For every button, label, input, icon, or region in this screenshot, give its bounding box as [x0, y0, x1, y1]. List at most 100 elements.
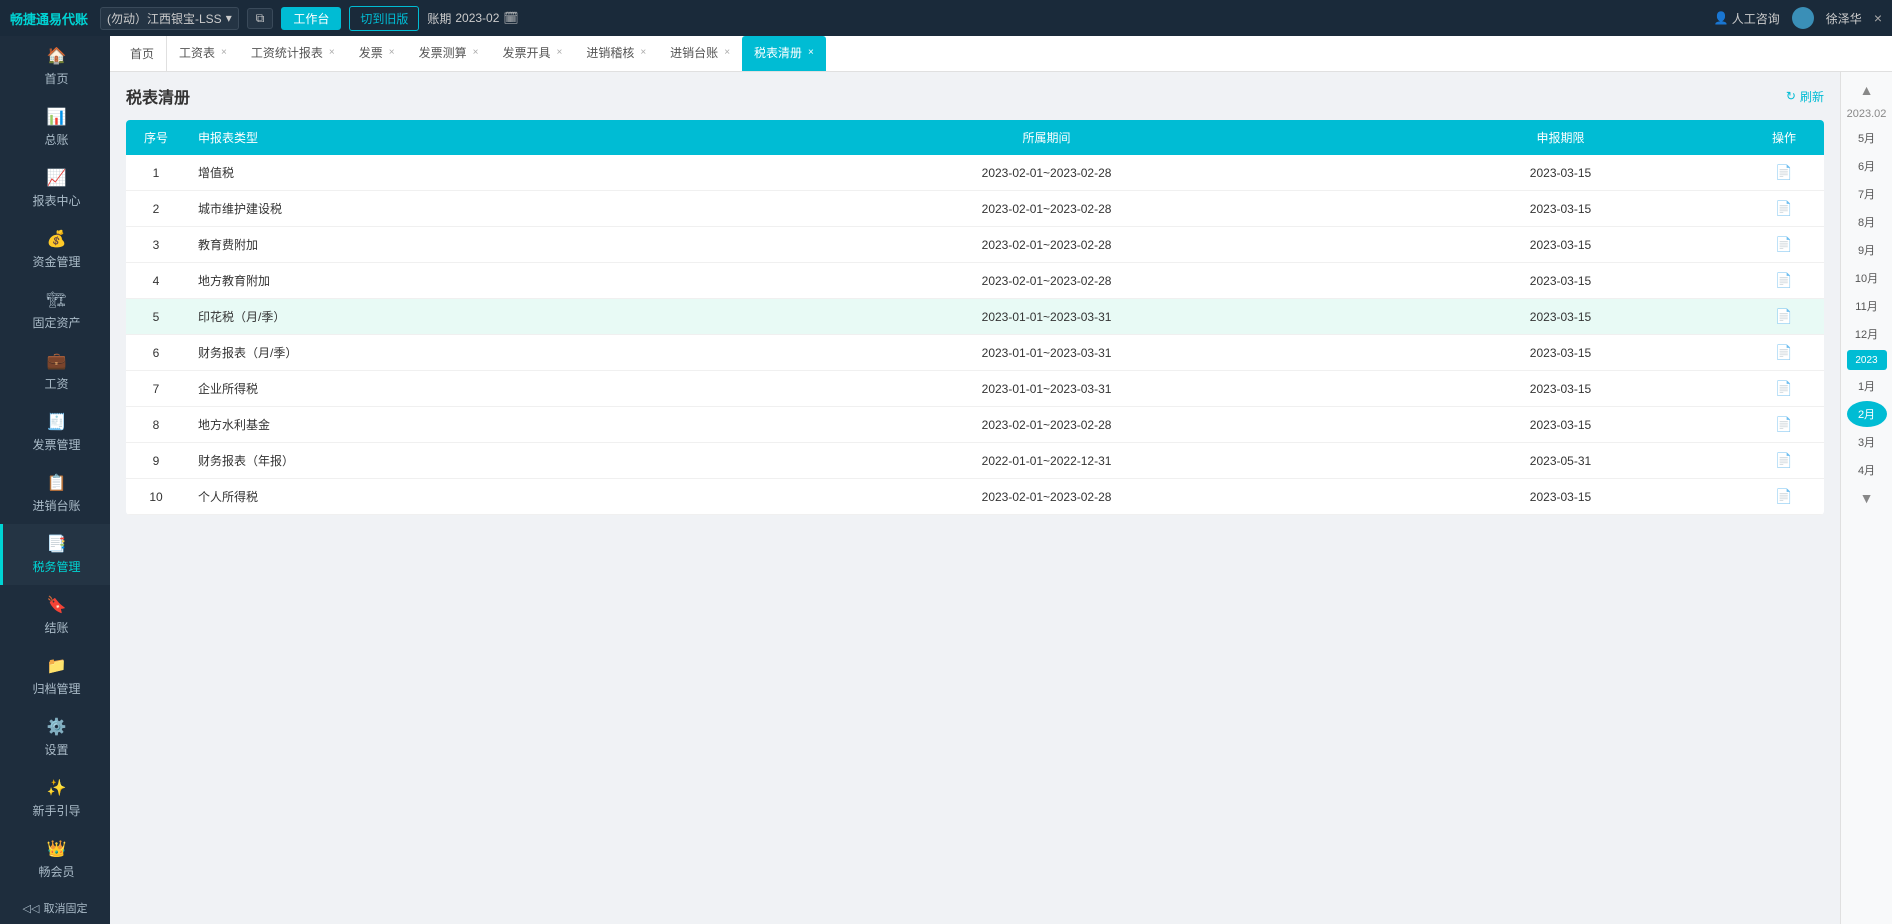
cell-deadline: 2023-03-15: [1377, 155, 1744, 191]
tab-invoice-calc[interactable]: 发票测算 ×: [407, 36, 491, 72]
cell-no: 6: [126, 335, 186, 371]
cal-month-3[interactable]: 3月: [1847, 429, 1887, 455]
tab-invoice-open[interactable]: 发票开具 ×: [490, 36, 574, 72]
sidebar-item-settings[interactable]: ⚙️ 设置: [0, 707, 110, 768]
action-doc-icon[interactable]: 📄: [1775, 416, 1792, 432]
cancel-fixed-button[interactable]: ◁◁ 取消固定: [0, 892, 110, 924]
sidebar-item-report[interactable]: 📈 报表中心: [0, 158, 110, 219]
tab-close-sales-ledger[interactable]: ×: [724, 47, 730, 58]
cell-no: 1: [126, 155, 186, 191]
tab-close-sales-check[interactable]: ×: [640, 47, 646, 58]
action-doc-icon[interactable]: 📄: [1775, 380, 1792, 396]
company-dropdown[interactable]: (勿动）江西银宝-LSS ▾: [100, 7, 239, 30]
tax-table: 序号 申报表类型 所属期间 申报期限 操作 1 增值税 2023-02-01~2…: [126, 120, 1824, 515]
main-content: 首页 工资表 × 工资统计报表 × 发票 × 发票测算 × 发票开具 ×: [110, 36, 1892, 924]
calendar-panel: ▲ 2023.02 5月 6月 7月 8月 9月 10月 11月 12月 202…: [1840, 72, 1892, 924]
action-doc-icon[interactable]: 📄: [1775, 164, 1792, 180]
tab-close-invoice[interactable]: ×: [389, 47, 395, 58]
action-doc-icon[interactable]: 📄: [1775, 236, 1792, 252]
tab-close-salary-table[interactable]: ×: [221, 47, 227, 58]
sidebar-item-invoice[interactable]: 🧾 发票管理: [0, 402, 110, 463]
table-row: 10 个人所得税 2023-02-01~2023-02-28 2023-03-1…: [126, 479, 1824, 515]
cell-type: 地方水利基金: [186, 407, 716, 443]
settings-icon: ⚙️: [47, 717, 67, 737]
cell-period: 2023-02-01~2023-02-28: [716, 191, 1377, 227]
action-doc-icon[interactable]: 📄: [1775, 344, 1792, 360]
tax-icon: 📑: [47, 534, 67, 554]
sidebar-item-tax[interactable]: 📑 税务管理: [0, 524, 110, 585]
cell-no: 4: [126, 263, 186, 299]
cal-next-button[interactable]: ▼: [1855, 486, 1879, 510]
close-button[interactable]: ×: [1874, 10, 1882, 26]
tab-tax-clearance[interactable]: 税表清册 ×: [742, 36, 826, 72]
ledger-icon: 📊: [47, 107, 67, 127]
tab-sales-ledger[interactable]: 进销台账 ×: [658, 36, 742, 72]
top-bar-right: 👤 人工咨询 徐泽华 ×: [1714, 7, 1882, 29]
sidebar-item-ledger[interactable]: 📊 总账: [0, 97, 110, 158]
tab-close-salary-stats[interactable]: ×: [329, 47, 335, 58]
tab-close-invoice-open[interactable]: ×: [556, 47, 562, 58]
cell-deadline: 2023-03-15: [1377, 227, 1744, 263]
cell-period: 2023-02-01~2023-02-28: [716, 263, 1377, 299]
cal-month-9[interactable]: 9月: [1847, 237, 1887, 263]
tab-bar: 首页 工资表 × 工资统计报表 × 发票 × 发票测算 × 发票开具 ×: [110, 36, 1892, 72]
tab-invoice[interactable]: 发票 ×: [347, 36, 407, 72]
salary-icon: 💼: [47, 351, 67, 371]
cell-no: 7: [126, 371, 186, 407]
cell-deadline: 2023-05-31: [1377, 443, 1744, 479]
cell-action: 📄: [1744, 191, 1824, 227]
guide-icon: ✨: [47, 778, 67, 798]
tab-salary-table[interactable]: 工资表 ×: [167, 36, 239, 72]
cal-month-2-selected[interactable]: 2月: [1847, 401, 1887, 427]
sidebar-item-guide[interactable]: ✨ 新手引导: [0, 768, 110, 829]
cal-month-6[interactable]: 6月: [1847, 153, 1887, 179]
cal-month-12[interactable]: 12月: [1847, 321, 1887, 347]
cal-month-11[interactable]: 11月: [1847, 293, 1887, 319]
sidebar-item-salary[interactable]: 💼 工资: [0, 341, 110, 402]
table-row: 1 增值税 2023-02-01~2023-02-28 2023-03-15 📄: [126, 155, 1824, 191]
table-header: 序号 申报表类型 所属期间 申报期限 操作: [126, 120, 1824, 155]
tab-close-tax-clearance[interactable]: ×: [808, 47, 814, 58]
cell-type: 增值税: [186, 155, 716, 191]
action-doc-icon[interactable]: 📄: [1775, 272, 1792, 288]
cal-month-5[interactable]: 5月: [1847, 125, 1887, 151]
page-title: 税表清册: [126, 84, 190, 108]
cal-month-4[interactable]: 4月: [1847, 457, 1887, 483]
cell-deadline: 2023-03-15: [1377, 479, 1744, 515]
cal-prev-button[interactable]: ▲: [1855, 78, 1879, 102]
refresh-button[interactable]: ↻ 刷新: [1786, 88, 1824, 105]
tab-salary-stats[interactable]: 工资统计报表 ×: [239, 36, 347, 72]
report-icon: 📈: [47, 168, 67, 188]
tab-home[interactable]: 首页: [118, 36, 167, 72]
sidebar-item-capital[interactable]: 💰 资金管理: [0, 219, 110, 280]
action-doc-icon[interactable]: 📄: [1775, 452, 1792, 468]
cal-month-8[interactable]: 8月: [1847, 209, 1887, 235]
cell-action: 📄: [1744, 443, 1824, 479]
action-doc-icon[interactable]: 📄: [1775, 488, 1792, 504]
sidebar-item-settle[interactable]: 🔖 结账: [0, 585, 110, 646]
sidebar-item-sales-ledger[interactable]: 📋 进销台账: [0, 463, 110, 524]
copy-button[interactable]: ⧉: [247, 8, 274, 29]
tab-sales-check[interactable]: 进销稽核 ×: [574, 36, 658, 72]
cell-action: 📄: [1744, 335, 1824, 371]
cal-month-7[interactable]: 7月: [1847, 181, 1887, 207]
cell-period: 2023-02-01~2023-02-28: [716, 407, 1377, 443]
cal-month-10[interactable]: 10月: [1847, 265, 1887, 291]
cell-action: 📄: [1744, 263, 1824, 299]
sidebar-item-home[interactable]: 🏠 首页: [0, 36, 110, 97]
workbench-button[interactable]: 工作台: [281, 7, 341, 30]
cal-month-1[interactable]: 1月: [1847, 373, 1887, 399]
human-consult[interactable]: 👤 人工咨询: [1714, 10, 1780, 27]
sidebar-item-archive[interactable]: 📁 归档管理: [0, 646, 110, 707]
tab-close-invoice-calc[interactable]: ×: [473, 47, 479, 58]
action-doc-icon[interactable]: 📄: [1775, 308, 1792, 324]
switch-old-button[interactable]: 切到旧版: [349, 6, 419, 31]
sidebar-item-fixed-assets[interactable]: 🏗 固定资产: [0, 280, 110, 341]
user-avatar: [1792, 7, 1814, 29]
sidebar-item-member[interactable]: 👑 畅会员: [0, 829, 110, 890]
member-icon: 👑: [47, 839, 67, 859]
capital-icon: 💰: [47, 229, 67, 249]
action-doc-icon[interactable]: 📄: [1775, 200, 1792, 216]
cell-type: 教育费附加: [186, 227, 716, 263]
cell-deadline: 2023-03-15: [1377, 335, 1744, 371]
